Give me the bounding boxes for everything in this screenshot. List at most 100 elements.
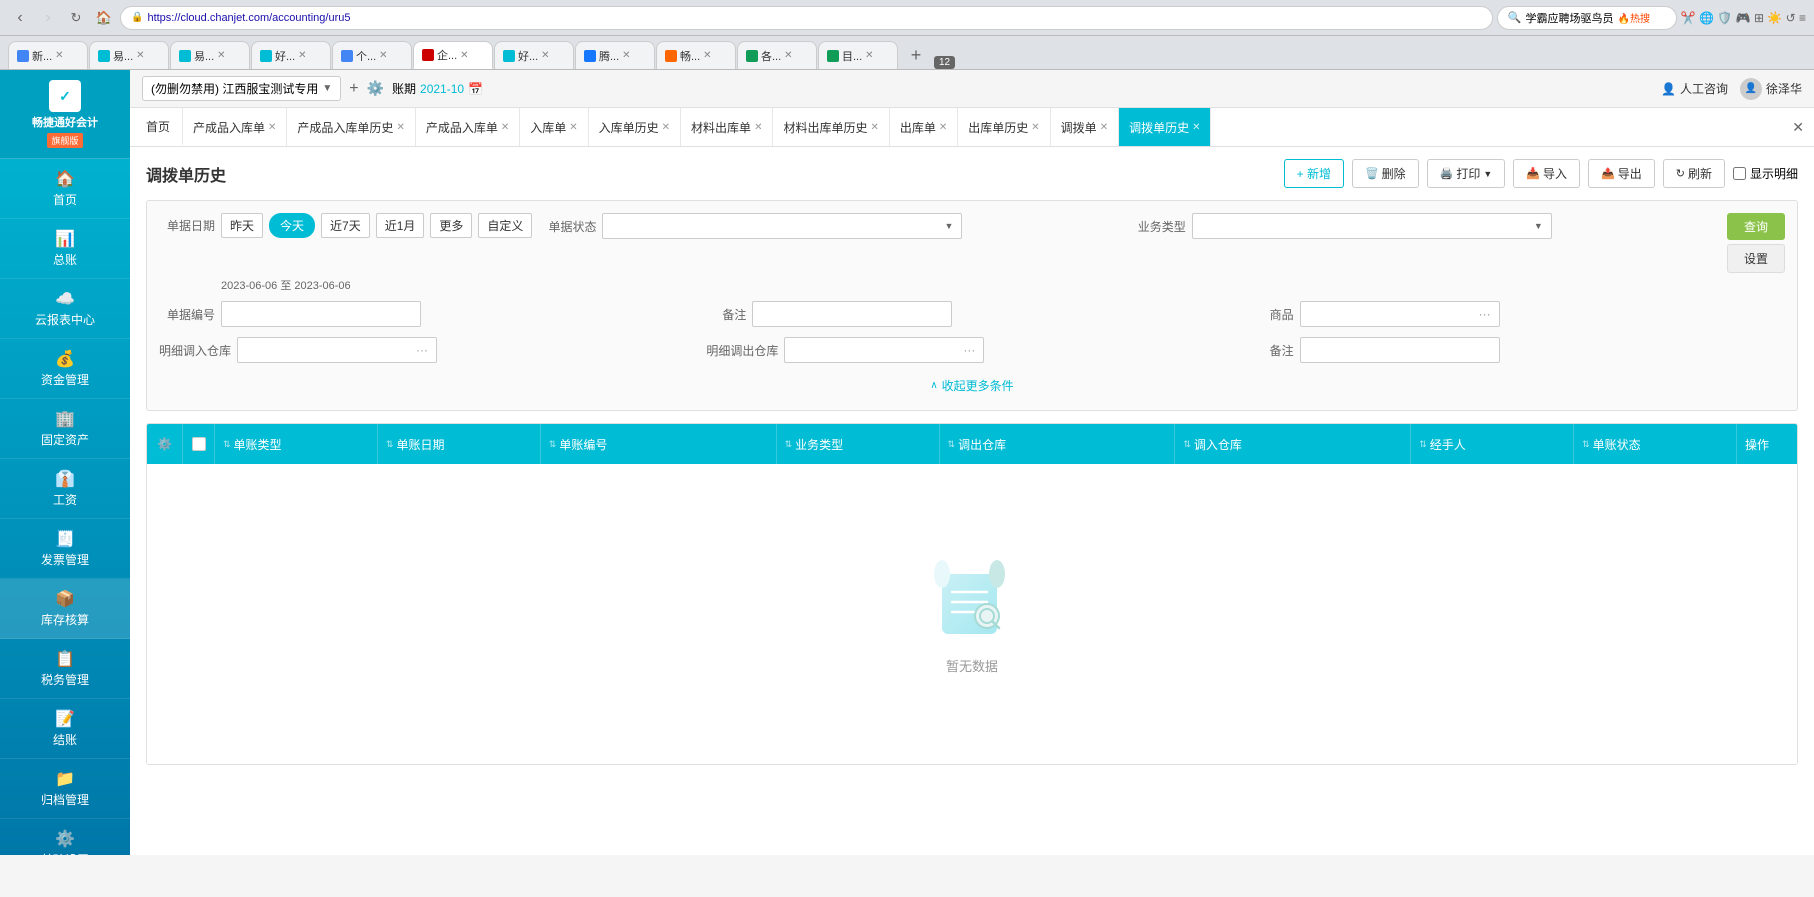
tab-8[interactable]: 腾...✕ [575, 41, 655, 69]
sub-tab-product-inbound-history[interactable]: 产成品入库单历史 ✕ [287, 108, 415, 146]
date-yesterday-btn[interactable]: 昨天 [221, 213, 263, 238]
th-doc-type[interactable]: ⇅ 单账类型 [215, 424, 378, 464]
gear-icon[interactable]: ⚙️ [367, 80, 384, 97]
close-tab-icon[interactable]: ✕ [1031, 122, 1039, 133]
sidebar-item-inventory[interactable]: 📦 库存核算 [0, 579, 130, 639]
detail-out-select[interactable]: ··· [784, 337, 984, 363]
new-tab-button[interactable]: + [902, 41, 930, 69]
sub-tab-inbound-history[interactable]: 入库单历史 ✕ [589, 108, 681, 146]
sidebar-item-ledger[interactable]: 📊 总账 [0, 219, 130, 279]
sub-tab-product-inbound-2[interactable]: 产成品入库单 ✕ [416, 108, 520, 146]
note-input[interactable] [752, 301, 952, 327]
biztype-select[interactable]: ▼ [1192, 213, 1552, 239]
docnum-input[interactable] [221, 301, 421, 327]
display-detail-toggle[interactable]: 显示明细 [1733, 165, 1798, 182]
sidebar-item-reports[interactable]: ☁️ 云报表中心 [0, 279, 130, 339]
close-tab-icon[interactable]: ✕ [1192, 122, 1200, 133]
tab-5[interactable]: 个...✕ [332, 41, 412, 69]
tab-2[interactable]: 易...✕ [89, 41, 169, 69]
th-in-warehouse[interactable]: ⇅ 调入仓库 [1175, 424, 1411, 464]
th-handler-label: 经手人 [1430, 436, 1466, 453]
close-tab-icon[interactable]: ✕ [870, 122, 878, 133]
address-bar[interactable]: 🔒 https://cloud.chanjet.com/accounting/u… [120, 6, 1493, 30]
sidebar-item-close[interactable]: 📝 结账 [0, 699, 130, 759]
refresh-data-button[interactable]: ↻ 刷新 [1663, 159, 1725, 188]
sidebar-item-funds[interactable]: 💰 资金管理 [0, 339, 130, 399]
support-link[interactable]: 👤 人工咨询 [1661, 80, 1728, 97]
period-value: 2021-10 [420, 82, 464, 96]
delete-button[interactable]: 🗑️ 删除 [1352, 159, 1419, 188]
close-tab-icon[interactable]: ✕ [662, 122, 670, 133]
sidebar-item-assets[interactable]: 🏢 固定资产 [0, 399, 130, 459]
period-selector[interactable]: 账期 2021-10 📅 [392, 80, 483, 97]
sidebar-item-home[interactable]: 🏠 首页 [0, 159, 130, 219]
tab-9[interactable]: 畅...✕ [656, 41, 736, 69]
th-biz-type[interactable]: ⇅ 业务类型 [777, 424, 940, 464]
date-7days-btn[interactable]: 近7天 [321, 213, 370, 238]
sub-tab-outbound-history[interactable]: 出库单历史 ✕ [958, 108, 1050, 146]
date-today-btn[interactable]: 今天 [269, 213, 315, 238]
detail-in-select[interactable]: ··· [237, 337, 437, 363]
th-doc-date-label: 单账日期 [396, 436, 444, 453]
tab-3[interactable]: 易...✕ [170, 41, 250, 69]
status-select[interactable]: ▼ [602, 213, 962, 239]
export-button[interactable]: 📤 导出 [1588, 159, 1655, 188]
th-gear[interactable]: ⚙️ [147, 424, 183, 464]
date-custom-btn[interactable]: 自定义 [478, 213, 532, 238]
sidebar-item-invoice[interactable]: 🧾 发票管理 [0, 519, 130, 579]
refresh-button[interactable]: ↻ [64, 6, 88, 30]
close-tab-icon[interactable]: ✕ [754, 122, 762, 133]
forward-button[interactable]: › [36, 6, 60, 30]
sub-tab-transfer[interactable]: 调拨单 ✕ [1051, 108, 1119, 146]
note2-input[interactable] [1300, 337, 1500, 363]
th-doc-status[interactable]: ⇅ 单账状态 [1574, 424, 1737, 464]
th-handler[interactable]: ⇅ 经手人 [1411, 424, 1574, 464]
select-all-checkbox[interactable] [192, 437, 206, 451]
sidebar-item-archive[interactable]: 📁 归档管理 [0, 759, 130, 819]
sub-tab-home[interactable]: 首页 [134, 108, 183, 146]
sidebar-item-tax[interactable]: 📋 税务管理 [0, 639, 130, 699]
settings-filter-button[interactable]: 设置 [1727, 244, 1785, 273]
print-button[interactable]: 🖨️ 打印 ▼ [1427, 159, 1506, 188]
sidebar-item-salary[interactable]: 👔 工资 [0, 459, 130, 519]
date-more-btn[interactable]: 更多 [430, 213, 472, 238]
tab-7[interactable]: 好...✕ [494, 41, 574, 69]
th-doc-num-label: 单账编号 [559, 436, 607, 453]
sub-tab-outbound[interactable]: 出库单 ✕ [890, 108, 958, 146]
close-tab-icon[interactable]: ✕ [396, 122, 404, 133]
tab-6-active[interactable]: 企...✕ [413, 41, 493, 69]
add-company-button[interactable]: + [349, 80, 358, 98]
close-tab-icon[interactable]: ✕ [939, 122, 947, 133]
close-tab-icon[interactable]: ✕ [1100, 122, 1108, 133]
search-box[interactable]: 🔍 学霸应聘场驱鸟员 🔥热搜 [1497, 6, 1677, 30]
close-tab-icon[interactable]: ✕ [501, 122, 509, 133]
filter-collapse[interactable]: ∧ 收起更多条件 [159, 373, 1785, 398]
close-tab-icon[interactable]: ✕ [268, 122, 276, 133]
th-out-warehouse[interactable]: ⇅ 调出仓库 [940, 424, 1176, 464]
home-button[interactable]: 🏠 [92, 6, 116, 30]
th-checkbox[interactable] [183, 424, 215, 464]
th-doc-date[interactable]: ⇅ 单账日期 [378, 424, 541, 464]
goods-select[interactable]: ··· [1300, 301, 1500, 327]
sub-tab-inbound[interactable]: 入库单 ✕ [520, 108, 588, 146]
close-tab-icon[interactable]: ✕ [569, 122, 577, 133]
query-button[interactable]: 查询 [1727, 213, 1785, 240]
th-doc-num[interactable]: ⇅ 单账编号 [541, 424, 777, 464]
company-selector[interactable]: (勿删勿禁用) 江西服宝测试专用 ▼ [142, 76, 341, 101]
user-area[interactable]: 👤 徐泽华 [1740, 78, 1802, 100]
tab-1[interactable]: 新...✕ [8, 41, 88, 69]
new-record-button[interactable]: + 新增 [1284, 159, 1344, 188]
back-button[interactable]: ‹ [8, 6, 32, 30]
tab-10[interactable]: 各...✕ [737, 41, 817, 69]
sub-nav-close-all[interactable]: ✕ [1782, 111, 1814, 144]
sub-tab-product-inbound[interactable]: 产成品入库单 ✕ [183, 108, 287, 146]
tab-4[interactable]: 好...✕ [251, 41, 331, 69]
sub-tab-material-outbound-history[interactable]: 材料出库单历史 ✕ [773, 108, 889, 146]
sidebar: ✓ 畅捷通好会计 旗舰版 🏠 首页 📊 总账 ☁️ 云报表中心 💰 资金管理 🏢… [0, 70, 130, 855]
sidebar-item-settings[interactable]: ⚙️ 基础设置 [0, 819, 130, 855]
date-1month-btn[interactable]: 近1月 [376, 213, 425, 238]
sub-tab-material-outbound[interactable]: 材料出库单 ✕ [681, 108, 773, 146]
tab-11[interactable]: 目...✕ [818, 41, 898, 69]
import-button[interactable]: 📥 导入 [1513, 159, 1580, 188]
sub-tab-transfer-history-active[interactable]: 调拨单历史 ✕ [1119, 108, 1211, 146]
